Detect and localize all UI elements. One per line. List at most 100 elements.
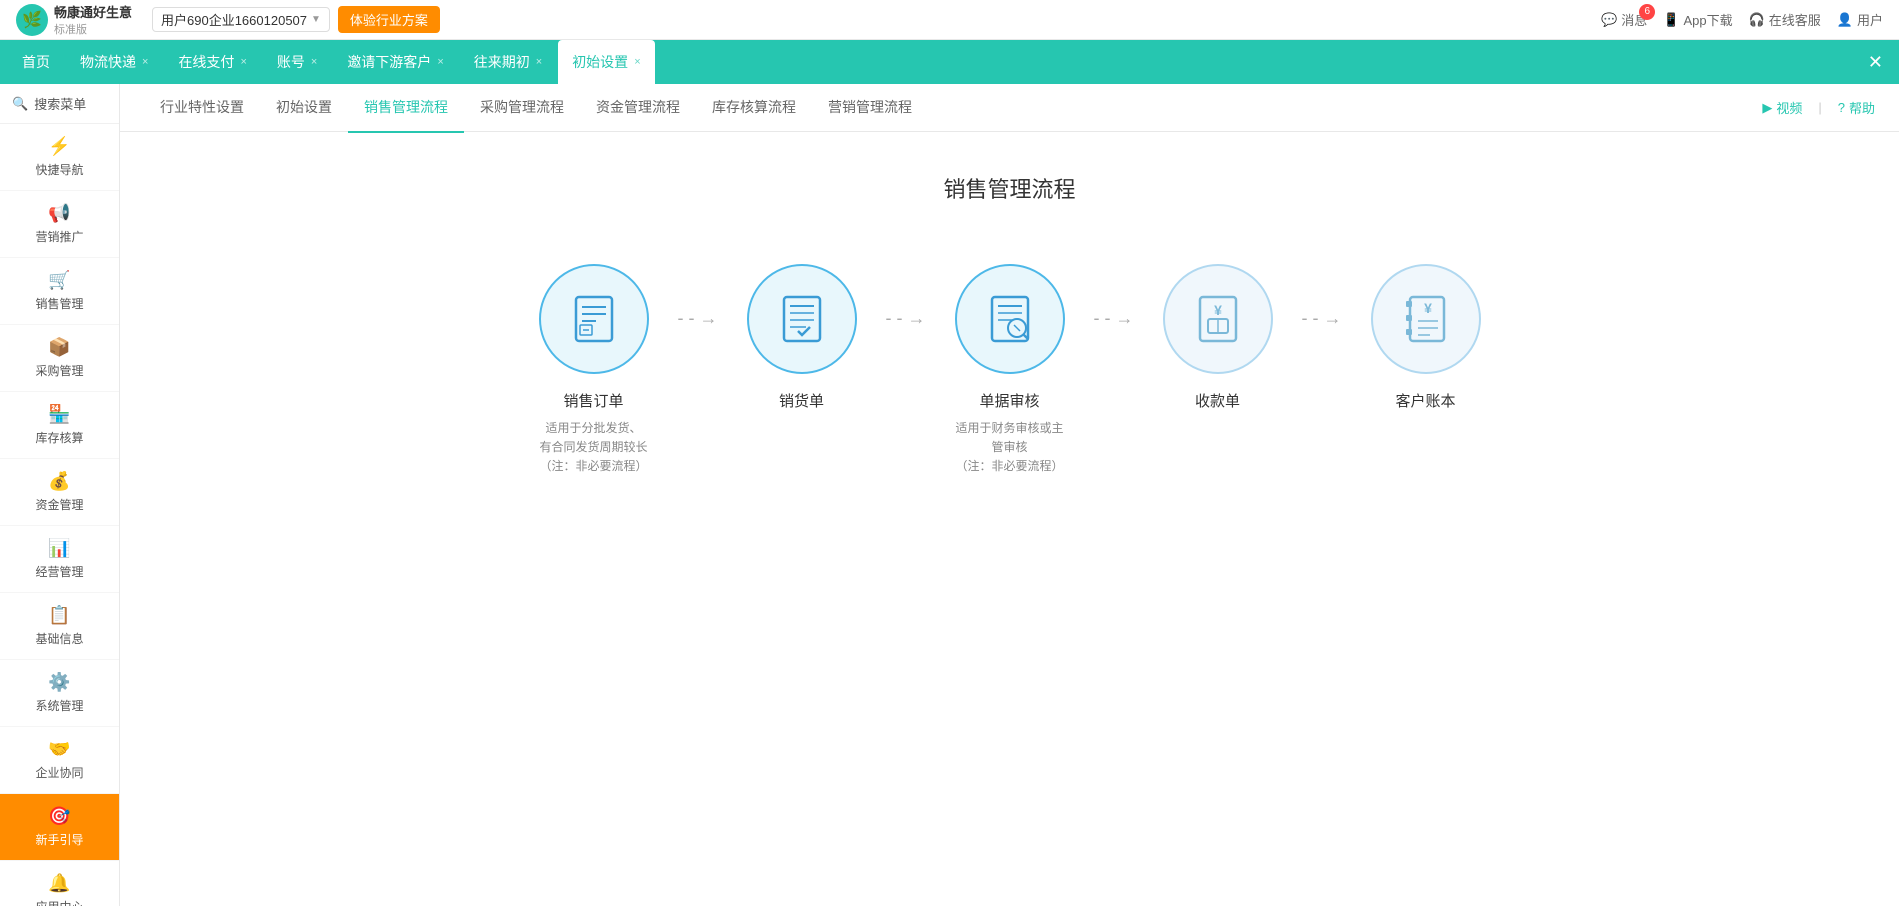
system-icon: ⚙️ bbox=[48, 672, 70, 693]
arrow-4: - - → bbox=[1302, 264, 1342, 329]
sales-order-desc: 适用于分批发货、有合同发货周期较长（注：非必要流程） bbox=[539, 419, 647, 477]
customer-ledger-circle[interactable]: ¥ bbox=[1371, 264, 1481, 374]
nav-close-button[interactable]: ✕ bbox=[1860, 52, 1891, 73]
online-service-group[interactable]: 🎧 在线客服 bbox=[1749, 10, 1821, 29]
sales-label: 销售管理 bbox=[35, 295, 83, 312]
flow-step-sales-invoice: 销货单 bbox=[722, 264, 882, 419]
close-icon[interactable]: × bbox=[142, 56, 148, 68]
sidebar-item-inventory[interactable]: 🏪 库存核算 bbox=[0, 392, 119, 459]
sidebar-item-quick-nav[interactable]: ⚡ 快捷导航 bbox=[0, 124, 119, 191]
flow-step-receipt: ¥ 收款单 bbox=[1138, 264, 1298, 419]
sidebar-item-system[interactable]: ⚙️ 系统管理 bbox=[0, 660, 119, 727]
flow-step-sales-order: 销售订单 适用于分批发货、有合同发货周期较长（注：非必要流程） bbox=[514, 264, 674, 477]
document-review-label: 单据审核 bbox=[979, 390, 1039, 411]
message-icon-group[interactable]: 💬 消息 6 bbox=[1601, 10, 1647, 29]
app-download-group[interactable]: 📱 App下载 bbox=[1663, 10, 1732, 29]
video-icon: ▶ bbox=[1762, 100, 1772, 116]
nav-tab-home[interactable]: 首页 bbox=[8, 40, 64, 84]
nav-tab-invite[interactable]: 邀请下游客户 × bbox=[333, 40, 457, 84]
sub-tab-purchase-flow[interactable]: 采购管理流程 bbox=[464, 84, 580, 133]
sub-tab-industry[interactable]: 行业特性设置 bbox=[144, 84, 260, 133]
nav-tab-period[interactable]: 往来期初 × bbox=[460, 40, 556, 84]
video-link[interactable]: ▶ 视频 bbox=[1762, 98, 1802, 117]
logo: 🌿 畅康通好生意 标准版 bbox=[16, 2, 132, 37]
document-review-circle[interactable] bbox=[955, 264, 1065, 374]
close-icon[interactable]: × bbox=[536, 56, 542, 68]
arrow-1: - - → bbox=[678, 264, 718, 329]
close-icon[interactable]: × bbox=[634, 56, 640, 68]
user-avatar-group[interactable]: 👤 用户 bbox=[1837, 10, 1883, 29]
nav-tab-account[interactable]: 账号 × bbox=[263, 40, 331, 84]
svg-text:¥: ¥ bbox=[1214, 302, 1222, 318]
main-layout: 🔍 搜索菜单 ⚡ 快捷导航 📢 营销推广 🛒 销售管理 📦 采购管理 🏪 库存核… bbox=[0, 84, 1899, 906]
sidebar-search[interactable]: 🔍 搜索菜单 bbox=[0, 84, 119, 124]
sidebar-item-enterprise[interactable]: 🤝 企业协同 bbox=[0, 727, 119, 794]
header-left: 🌿 畅康通好生意 标准版 用户690企业1660120507 ▼ 体验行业方案 bbox=[16, 2, 440, 37]
close-icon[interactable]: × bbox=[437, 56, 443, 68]
sub-tab-inventory-flow[interactable]: 库存核算流程 bbox=[696, 84, 812, 133]
sub-tab-initial[interactable]: 初始设置 bbox=[260, 84, 348, 133]
chevron-down-icon: ▼ bbox=[311, 14, 321, 25]
sidebar-item-purchase[interactable]: 📦 采购管理 bbox=[0, 325, 119, 392]
sidebar-item-sales[interactable]: 🛒 销售管理 bbox=[0, 258, 119, 325]
user-label: 用户690企业1660120507 bbox=[161, 10, 307, 29]
sales-invoice-label: 销货单 bbox=[779, 390, 824, 411]
sub-tab-marketing-flow[interactable]: 营销管理流程 bbox=[812, 84, 928, 133]
user-selector[interactable]: 用户690企业1660120507 ▼ bbox=[152, 7, 330, 32]
sales-icon: 🛒 bbox=[48, 270, 70, 291]
logo-sub: 标准版 bbox=[54, 21, 132, 37]
sidebar-item-operation[interactable]: 📊 经营管理 bbox=[0, 526, 119, 593]
message-badge: 6 bbox=[1639, 4, 1655, 20]
sub-tab-finance-flow[interactable]: 资金管理流程 bbox=[580, 84, 696, 133]
sales-order-circle[interactable] bbox=[539, 264, 649, 374]
top-header: 🌿 畅康通好生意 标准版 用户690企业1660120507 ▼ 体验行业方案 … bbox=[0, 0, 1899, 40]
help-link[interactable]: ? 帮助 bbox=[1838, 98, 1875, 117]
operation-icon: 📊 bbox=[48, 538, 70, 559]
logo-text-wrap: 畅康通好生意 标准版 bbox=[54, 2, 132, 37]
flow-step-customer-ledger: ¥ 客户账本 bbox=[1346, 264, 1506, 419]
basic-icon: 📋 bbox=[48, 605, 70, 626]
sub-tabs-bar: 行业特性设置 初始设置 销售管理流程 采购管理流程 资金管理流程 库存核算流程 … bbox=[120, 84, 1899, 132]
content-area: 行业特性设置 初始设置 销售管理流程 采购管理流程 资金管理流程 库存核算流程 … bbox=[120, 84, 1899, 906]
purchase-icon: 📦 bbox=[48, 337, 70, 358]
logo-title: 畅康通好生意 bbox=[54, 2, 132, 21]
inventory-label: 库存核算 bbox=[35, 429, 83, 446]
purchase-label: 采购管理 bbox=[35, 362, 83, 379]
account-tab-label: 账号 bbox=[277, 52, 305, 72]
close-icon[interactable]: × bbox=[240, 56, 246, 68]
sidebar-item-app-center[interactable]: 🔔 应用中心 bbox=[0, 861, 119, 906]
arrow-3: - - → bbox=[1094, 264, 1134, 329]
operation-label: 经营管理 bbox=[35, 563, 83, 580]
receipt-label: 收款单 bbox=[1195, 390, 1240, 411]
close-icon[interactable]: × bbox=[311, 56, 317, 68]
system-label: 系统管理 bbox=[35, 697, 83, 714]
sidebar-item-newbie[interactable]: 🎯 新手引导 bbox=[0, 794, 119, 861]
enterprise-label: 企业协同 bbox=[35, 764, 83, 781]
finance-label: 资金管理 bbox=[35, 496, 83, 513]
search-icon: 🔍 bbox=[12, 96, 28, 112]
trial-button[interactable]: 体验行业方案 bbox=[338, 6, 440, 33]
basic-label: 基础信息 bbox=[35, 630, 83, 647]
newbie-label: 新手引导 bbox=[35, 831, 83, 848]
app-center-label: 应用中心 bbox=[35, 898, 83, 906]
nav-tab-logistics[interactable]: 物流快递 × bbox=[66, 40, 162, 84]
enterprise-icon: 🤝 bbox=[48, 739, 70, 760]
sidebar-item-basic[interactable]: 📋 基础信息 bbox=[0, 593, 119, 660]
flow-diagram: 销售订单 适用于分批发货、有合同发货周期较长（注：非必要流程） - - → bbox=[144, 264, 1875, 477]
quick-nav-label: 快捷导航 bbox=[35, 161, 83, 178]
finance-icon: 💰 bbox=[48, 471, 70, 492]
arrow-2: - - → bbox=[886, 264, 926, 329]
divider: | bbox=[1818, 98, 1821, 117]
flow-step-document-review: 单据审核 适用于财务审核或主管审核（注：非必要流程） bbox=[930, 264, 1090, 477]
sales-invoice-circle[interactable] bbox=[747, 264, 857, 374]
newbie-icon: 🎯 bbox=[48, 806, 70, 827]
receipt-circle[interactable]: ¥ bbox=[1163, 264, 1273, 374]
sub-tab-sales-flow[interactable]: 销售管理流程 bbox=[348, 84, 464, 133]
user-avatar-icon: 👤 bbox=[1837, 12, 1853, 28]
invite-tab-label: 邀请下游客户 bbox=[347, 52, 431, 72]
sidebar-item-finance[interactable]: 💰 资金管理 bbox=[0, 459, 119, 526]
page-title: 销售管理流程 bbox=[144, 172, 1875, 204]
nav-tab-payment[interactable]: 在线支付 × bbox=[164, 40, 260, 84]
nav-tab-initial-setup[interactable]: 初始设置 × bbox=[558, 40, 654, 84]
sidebar-item-marketing[interactable]: 📢 营销推广 bbox=[0, 191, 119, 258]
